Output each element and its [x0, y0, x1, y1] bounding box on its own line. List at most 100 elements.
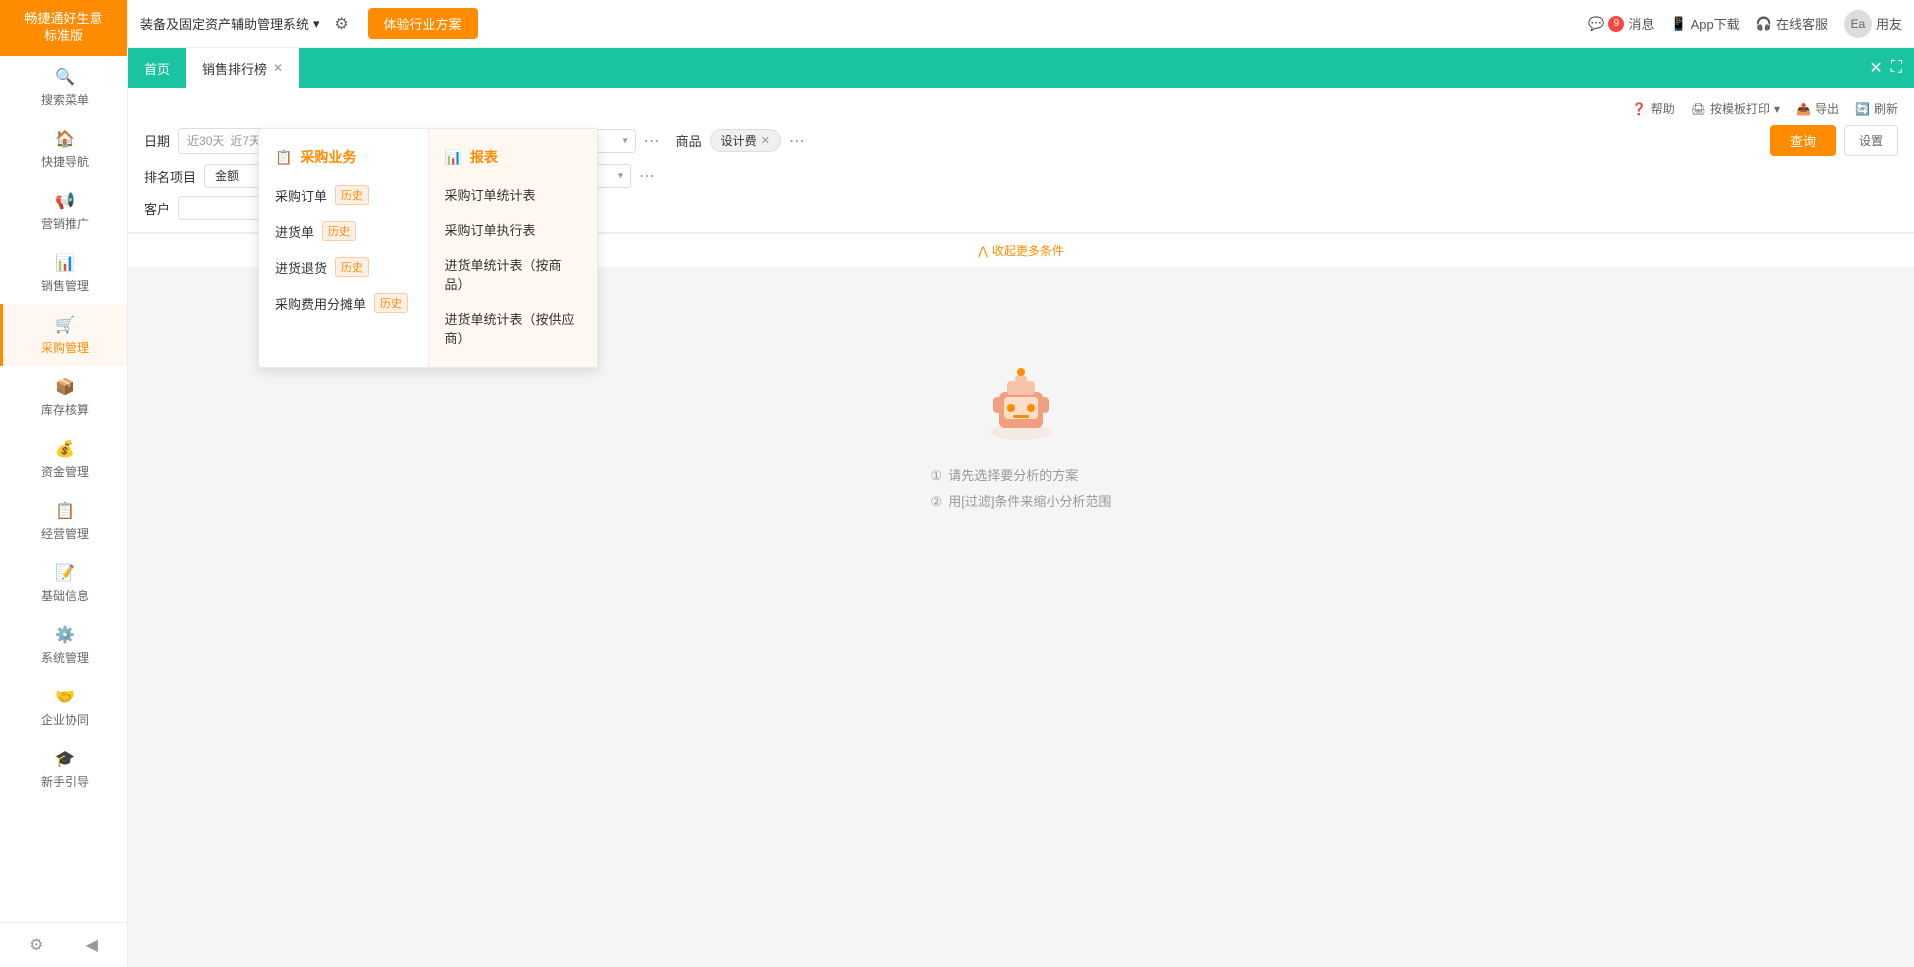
sidebar-label-finance: 资金管理: [41, 463, 89, 480]
help-btn[interactable]: ❓ 帮助: [1632, 100, 1675, 117]
sidebar-icon-marketing: 📢: [54, 190, 76, 212]
report-section-icon: 📊: [445, 149, 462, 166]
sidebar-item-operations[interactable]: 📋 经营管理: [0, 490, 127, 552]
sidebar-icon-quick: 🏠: [54, 128, 76, 150]
message-label: 消息: [1628, 14, 1654, 33]
user-label: 用友: [1876, 14, 1902, 33]
main-area: 装备及固定资产辅助管理系统 ▾ ⚙ 体验行业方案 💬 9 消息 📱 App下载 …: [128, 0, 1914, 967]
dropdown-item-purchase-order[interactable]: 采购订单 历史: [259, 177, 428, 213]
help-icon: ❓: [1632, 102, 1647, 116]
inbound-label: 进货单: [275, 222, 314, 241]
sidebar-label-enterprise: 企业协同: [41, 711, 89, 728]
topbar-dropdown-icon: ▾: [313, 16, 320, 32]
goods-tag-text: 设计费: [721, 132, 757, 149]
sidebar-item-basic[interactable]: 📝 基础信息: [0, 552, 127, 614]
print-dropdown-icon: ▾: [1774, 102, 1780, 116]
message-btn[interactable]: 💬 9 消息: [1588, 14, 1654, 33]
filter-header: ❓ 帮助 🖨 按模板打印 ▾ 📤 导出 🔄 刷新: [144, 100, 1898, 117]
print-btn[interactable]: 🖨 按模板打印 ▾: [1691, 100, 1780, 117]
phone-icon: 📱: [1670, 16, 1686, 32]
refresh-btn[interactable]: 🔄 刷新: [1855, 100, 1898, 117]
tab-sales-rank-label: 销售排行榜: [202, 59, 267, 78]
export-label: 导出: [1815, 100, 1839, 117]
order-exec-label: 采购订单执行表: [445, 220, 536, 239]
sidebar-label-system: 系统管理: [41, 649, 89, 666]
expense-label: 采购费用分摊单: [275, 294, 366, 313]
goods-label: 商品: [676, 131, 702, 150]
dropdown-item-order-exec[interactable]: 采购订单执行表: [429, 212, 598, 247]
tab-home[interactable]: 首页: [128, 48, 186, 88]
goods-tag-remove[interactable]: ✕: [761, 134, 770, 147]
sidebar-item-system[interactable]: ⚙️ 系统管理: [0, 614, 127, 676]
sidebar-settings-icon[interactable]: ⚙: [29, 935, 43, 955]
goods-dots[interactable]: ⋯: [789, 131, 805, 151]
tab-home-label: 首页: [144, 59, 170, 78]
hint2-icon: ②: [931, 489, 943, 515]
dropdown-menu: 📋 采购业务 采购订单 历史 进货单 历史 进货退货 历史 采购费用分摊单: [258, 128, 598, 368]
export-btn[interactable]: 📤 导出: [1796, 100, 1839, 117]
topbar-right: 💬 9 消息 📱 App下载 🎧 在线客服 Ea 用友: [1588, 10, 1902, 38]
date-preset-near7[interactable]: 近7天: [230, 132, 261, 149]
dropdown-item-inbound-supplier[interactable]: 进货单统计表（按供应商）: [429, 301, 598, 355]
date-label: 日期: [144, 131, 170, 150]
topbar-title-dropdown[interactable]: 装备及固定资产辅助管理系统 ▾: [140, 14, 320, 33]
goods-tag[interactable]: 设计费 ✕: [710, 129, 781, 152]
sidebar-item-sales[interactable]: 📊 销售管理: [0, 242, 127, 304]
sidebar-item-finance[interactable]: 💰 资金管理: [0, 428, 127, 490]
query-btn[interactable]: 查询: [1770, 125, 1836, 156]
collapse-label: 收起更多条件: [992, 242, 1064, 259]
topbar-title: 装备及固定资产辅助管理系统: [140, 14, 309, 33]
logo-text: 畅捷通好生意 标准版: [24, 11, 102, 45]
collapse-up-icon: ⋀: [978, 244, 988, 258]
sidebar-label-search: 搜索菜单: [41, 91, 89, 108]
online-service-btn[interactable]: 🎧 在线客服: [1756, 14, 1828, 33]
sidebar-icon-inventory: 📦: [54, 376, 76, 398]
sidebar-label-marketing: 营销推广: [41, 215, 89, 232]
expense-history: 历史: [374, 293, 408, 313]
empty-illustration: [971, 347, 1071, 447]
sidebar-icon-operations: 📋: [54, 500, 76, 522]
sidebar-item-marketing[interactable]: 📢 营销推广: [0, 180, 127, 242]
settings-btn[interactable]: 设置: [1844, 125, 1898, 156]
return-history: 历史: [335, 257, 369, 277]
sidebar-item-search[interactable]: 🔍 搜索菜单: [0, 56, 127, 118]
dropdown-item-expense[interactable]: 采购费用分摊单 历史: [259, 285, 428, 321]
industry-btn[interactable]: 体验行业方案: [368, 8, 478, 39]
headset-icon: 🎧: [1756, 16, 1772, 32]
sidebar-collapse-icon[interactable]: ◀: [86, 935, 98, 955]
sidebar-item-quick[interactable]: 🏠 快捷导航: [0, 118, 127, 180]
date-preset-near30[interactable]: 近30天: [187, 132, 224, 149]
customer-label: 客户: [144, 199, 170, 218]
dropdown-item-return[interactable]: 进货退货 历史: [259, 249, 428, 285]
empty-hint-1: ① 请先选择要分析的方案: [931, 463, 1112, 489]
avatar: Ea: [1844, 10, 1872, 38]
content-area: ❓ 帮助 🖨 按模板打印 ▾ 📤 导出 🔄 刷新: [128, 88, 1914, 967]
message-badge: 9: [1608, 16, 1624, 32]
query-actions: 查询 设置: [1770, 125, 1898, 156]
sidebar-item-enterprise[interactable]: 🤝 企业协同: [0, 676, 127, 738]
dropdown-item-order-stats[interactable]: 采购订单统计表: [429, 177, 598, 212]
tab-fullscreen-icon[interactable]: ⛶: [1891, 59, 1902, 77]
empty-text: ① 请先选择要分析的方案 ② 用[过滤]条件来缩小分析范围: [931, 463, 1112, 515]
sidebar: 畅捷通好生意 标准版 🔍 搜索菜单 🏠 快捷导航 📢 营销推广 📊 销售管理 🛒…: [0, 0, 128, 967]
tab-close-all-icon[interactable]: ✕: [1869, 58, 1882, 78]
export-icon: 📤: [1796, 102, 1811, 116]
dropdown-report-title: 📊 报表: [429, 141, 598, 177]
dropdown-report-col: 📊 报表 采购订单统计表 采购订单执行表 进货单统计表（按商品） 进货单统计表（…: [428, 129, 598, 367]
sidebar-icon-sales: 📊: [54, 252, 76, 274]
sidebar-label-sales: 销售管理: [41, 277, 89, 294]
topbar: 装备及固定资产辅助管理系统 ▾ ⚙ 体验行业方案 💬 9 消息 📱 App下载 …: [128, 0, 1914, 48]
topbar-settings-btn[interactable]: ⚙: [328, 10, 356, 38]
sidebar-logo: 畅捷通好生意 标准版: [0, 0, 127, 56]
dropdown-item-inbound-goods[interactable]: 进货单统计表（按商品）: [429, 247, 598, 301]
tab-sales-rank[interactable]: 销售排行榜 ✕: [186, 48, 299, 88]
user-btn[interactable]: Ea 用友: [1844, 10, 1902, 38]
dropdown-item-inbound[interactable]: 进货单 历史: [259, 213, 428, 249]
sidebar-item-newbie[interactable]: 🎓 新手引导: [0, 738, 127, 800]
salesperson-dots[interactable]: ⋯: [639, 166, 655, 186]
sidebar-item-inventory[interactable]: 📦 库存核算: [0, 366, 127, 428]
app-download-btn[interactable]: 📱 App下载: [1670, 14, 1739, 33]
tab-close-icon[interactable]: ✕: [273, 61, 283, 75]
sidebar-item-purchase[interactable]: 🛒 采购管理: [0, 304, 127, 366]
order-status-dots[interactable]: ⋯: [644, 131, 660, 151]
